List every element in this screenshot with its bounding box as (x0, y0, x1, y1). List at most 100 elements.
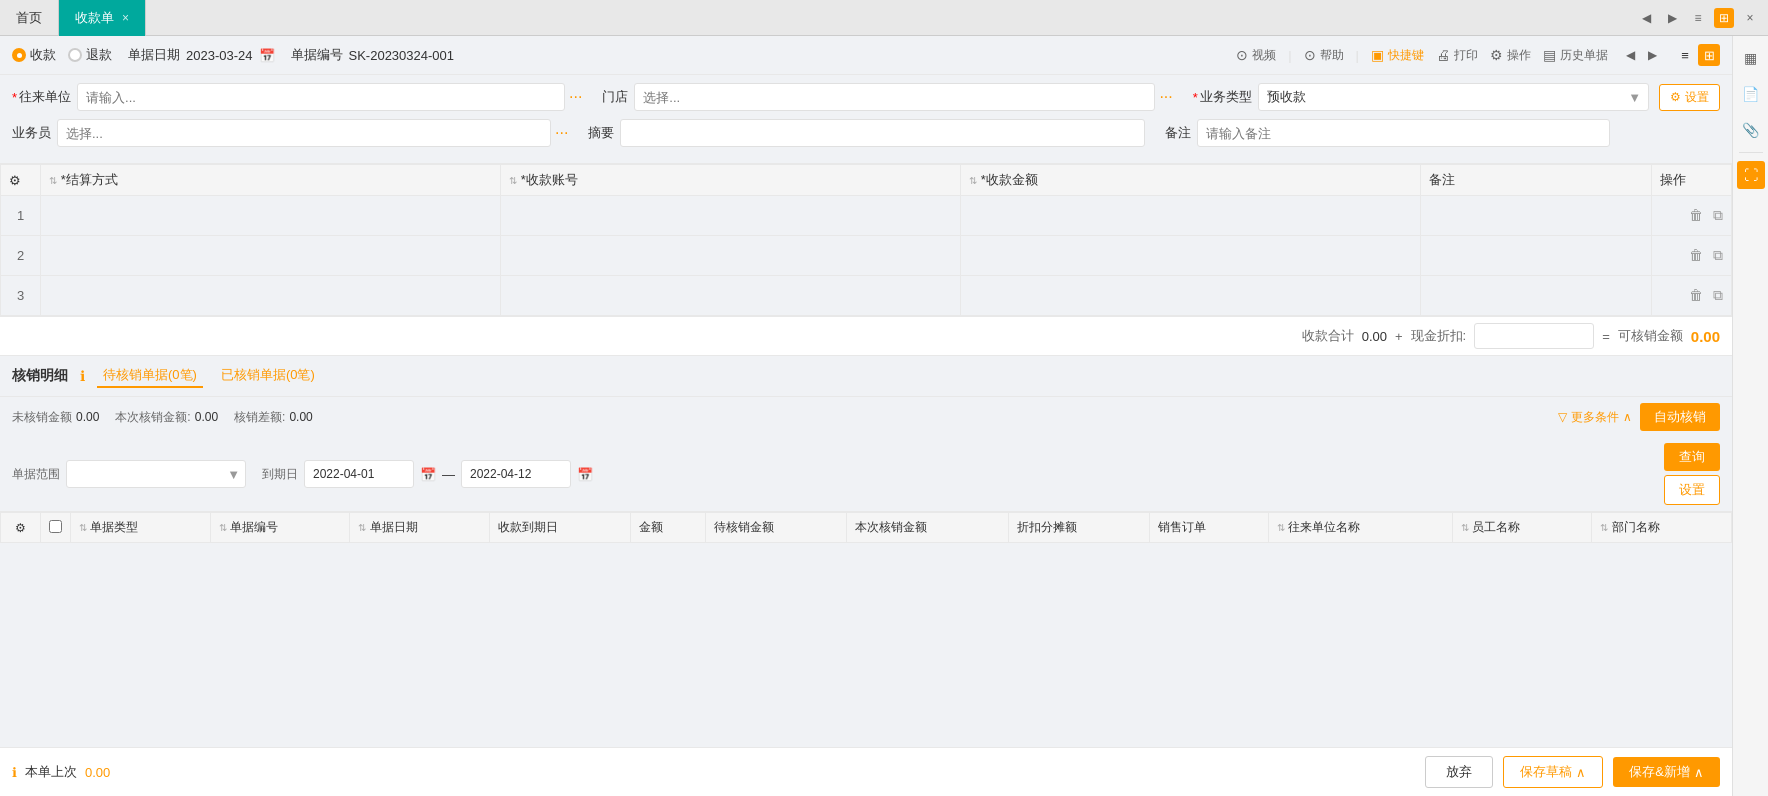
sidebar-table-icon[interactable]: ▦ (1737, 44, 1765, 72)
op-cell-3: 🗑 ⧉ (1652, 276, 1732, 316)
copy-icon-3[interactable]: ⧉ (1713, 287, 1723, 303)
layout-grid-icon[interactable]: ⊞ (1698, 44, 1720, 66)
tab-home[interactable]: 首页 (0, 0, 59, 36)
date-calendar-to-icon[interactable]: 📅 (577, 467, 593, 482)
bill-range-field: 单据范围 ▼ (12, 460, 246, 488)
bt-th-gear[interactable]: ⚙ (1, 513, 41, 543)
counterpart-ellipsis-btn[interactable]: ··· (569, 88, 582, 106)
history-label: 历史单据 (1560, 47, 1608, 64)
operation-btn[interactable]: ⚙ 操作 (1490, 47, 1531, 64)
delete-icon-2[interactable]: 🗑 (1689, 247, 1703, 263)
tab-receipt[interactable]: 收款单 × (59, 0, 146, 36)
remark-cell-3[interactable] (1421, 276, 1652, 316)
settle-cell-2[interactable] (41, 236, 501, 276)
date-to-input[interactable] (461, 460, 571, 488)
remark-input[interactable] (1197, 119, 1610, 147)
nav-next-btn[interactable]: ▶ (1642, 45, 1662, 65)
bt-gear-icon: ⚙ (15, 521, 26, 535)
date-from-input[interactable] (304, 460, 414, 488)
salesperson-input[interactable] (57, 119, 551, 147)
shortcut-icon: ▣ (1371, 47, 1384, 63)
save-new-btn[interactable]: 保存&新增 ∧ (1613, 757, 1720, 787)
tab-grid-btn[interactable]: ⊞ (1714, 8, 1734, 28)
tab-next-btn[interactable]: ▶ (1662, 8, 1682, 28)
footer-info-icon[interactable]: ℹ (12, 765, 17, 780)
salesperson-ellipsis-btn[interactable]: ··· (555, 124, 568, 142)
gear-icon: ⚙ (9, 173, 21, 188)
bt-th-salesorder: 销售订单 (1150, 513, 1269, 543)
shortcut-btn[interactable]: ▣ 快捷键 (1371, 47, 1424, 64)
verify-stats: 未核销金额 0.00 本次核销金额: 0.00 核销差额: 0.00 ▽ 更多条… (0, 397, 1732, 437)
video-btn[interactable]: ⊙ 视频 (1236, 47, 1276, 64)
th-amount: ⇅ *收款金额 (961, 165, 1421, 196)
tab-prev-btn[interactable]: ◀ (1636, 8, 1656, 28)
delete-icon-3[interactable]: 🗑 (1689, 287, 1703, 303)
date-range-separator: — (442, 467, 455, 482)
net-label: 可核销金额 (1618, 327, 1683, 345)
settle-cell-1[interactable] (41, 196, 501, 236)
discount-input[interactable] (1474, 323, 1594, 349)
data-table-area: ⚙ ⇅ *结算方式 ⇅ *收款账号 ⇅ *收款金额 备注 操作 1 (0, 164, 1732, 317)
sidebar-expand-icon[interactable]: ⛶ (1737, 161, 1765, 189)
help-btn[interactable]: ⊙ 帮助 (1304, 47, 1344, 64)
filter-settings-btn[interactable]: 设置 (1664, 475, 1720, 505)
summary-input[interactable] (620, 119, 1144, 147)
sidebar-doc-icon[interactable]: 📄 (1737, 80, 1765, 108)
bt-th-billdate: ⇅ 单据日期 (350, 513, 490, 543)
counterpart-required-star: * (12, 90, 17, 105)
print-btn[interactable]: 🖨 打印 (1436, 47, 1478, 64)
radio-receipt[interactable]: 收款 (12, 46, 56, 64)
verify-header: 核销明细 ℹ 待核销单据(0笔) 已核销单据(0笔) (0, 356, 1732, 397)
current-label: 本单上次 (25, 763, 77, 781)
form-settings-btn[interactable]: ⚙ 设置 (1659, 84, 1720, 111)
remark-cell-1[interactable] (1421, 196, 1652, 236)
date-calendar-from-icon[interactable]: 📅 (420, 467, 436, 482)
th-settle: ⇅ *结算方式 (41, 165, 501, 196)
amount-cell-1[interactable] (961, 196, 1421, 236)
query-btn[interactable]: 查询 (1664, 443, 1720, 471)
account-cell-2[interactable] (501, 236, 961, 276)
diff-label: 核销差额: (234, 409, 285, 426)
biz-type-input[interactable] (1258, 83, 1649, 111)
date-calendar-icon[interactable]: 📅 (259, 48, 275, 63)
bt-th-discount: 折扣分摊额 (1009, 513, 1150, 543)
remark-cell-2[interactable] (1421, 236, 1652, 276)
bt-th-duedate: 收款到期日 (489, 513, 630, 543)
bill-range-select[interactable] (66, 460, 246, 488)
copy-icon-1[interactable]: ⧉ (1713, 207, 1723, 223)
filter-icon: ▽ (1558, 410, 1567, 424)
verify-info-icon[interactable]: ℹ (80, 368, 85, 384)
summary-row: 收款合计 0.00 + 现金折扣: = 可核销金额 0.00 (0, 317, 1732, 356)
more-conditions-btn[interactable]: ▽ 更多条件 ∧ (1558, 409, 1632, 426)
abandon-btn[interactable]: 放弃 (1425, 756, 1493, 788)
copy-icon-2[interactable]: ⧉ (1713, 247, 1723, 263)
current-stat: 本次核销金额: 0.00 (115, 409, 218, 426)
tab-close-all-btn[interactable]: × (1740, 8, 1760, 28)
delete-icon-1[interactable]: 🗑 (1689, 207, 1703, 223)
discount-label: 现金折扣: (1411, 327, 1467, 345)
store-ellipsis-btn[interactable]: ··· (1159, 88, 1172, 106)
help-icon: ⊙ (1304, 47, 1316, 63)
store-input[interactable] (634, 83, 1155, 111)
history-btn[interactable]: ▤ 历史单据 (1543, 47, 1608, 64)
nav-prev-btn[interactable]: ◀ (1620, 45, 1640, 65)
verify-tab-pending[interactable]: 待核销单据(0笔) (97, 364, 203, 388)
tab-bar: 首页 收款单 × ◀ ▶ ≡ ⊞ × (0, 0, 1768, 36)
tab-menu-btn[interactable]: ≡ (1688, 8, 1708, 28)
auto-cancel-btn[interactable]: 自动核销 (1640, 403, 1720, 431)
radio-refund[interactable]: 退款 (68, 46, 112, 64)
account-cell-3[interactable] (501, 276, 961, 316)
th-gear[interactable]: ⚙ (1, 165, 41, 196)
sidebar-attach-icon[interactable]: 📎 (1737, 116, 1765, 144)
account-cell-1[interactable] (501, 196, 961, 236)
counterpart-input[interactable] (77, 83, 565, 111)
verify-tab-completed[interactable]: 已核销单据(0笔) (215, 364, 321, 388)
save-draft-btn[interactable]: 保存草稿 ∧ (1503, 756, 1603, 788)
settle-cell-3[interactable] (41, 276, 501, 316)
video-label: 视频 (1252, 47, 1276, 64)
bt-check-all[interactable] (49, 520, 62, 533)
tab-close-icon[interactable]: × (122, 11, 129, 25)
amount-cell-2[interactable] (961, 236, 1421, 276)
layout-list-icon[interactable]: ≡ (1674, 44, 1696, 66)
amount-cell-3[interactable] (961, 276, 1421, 316)
